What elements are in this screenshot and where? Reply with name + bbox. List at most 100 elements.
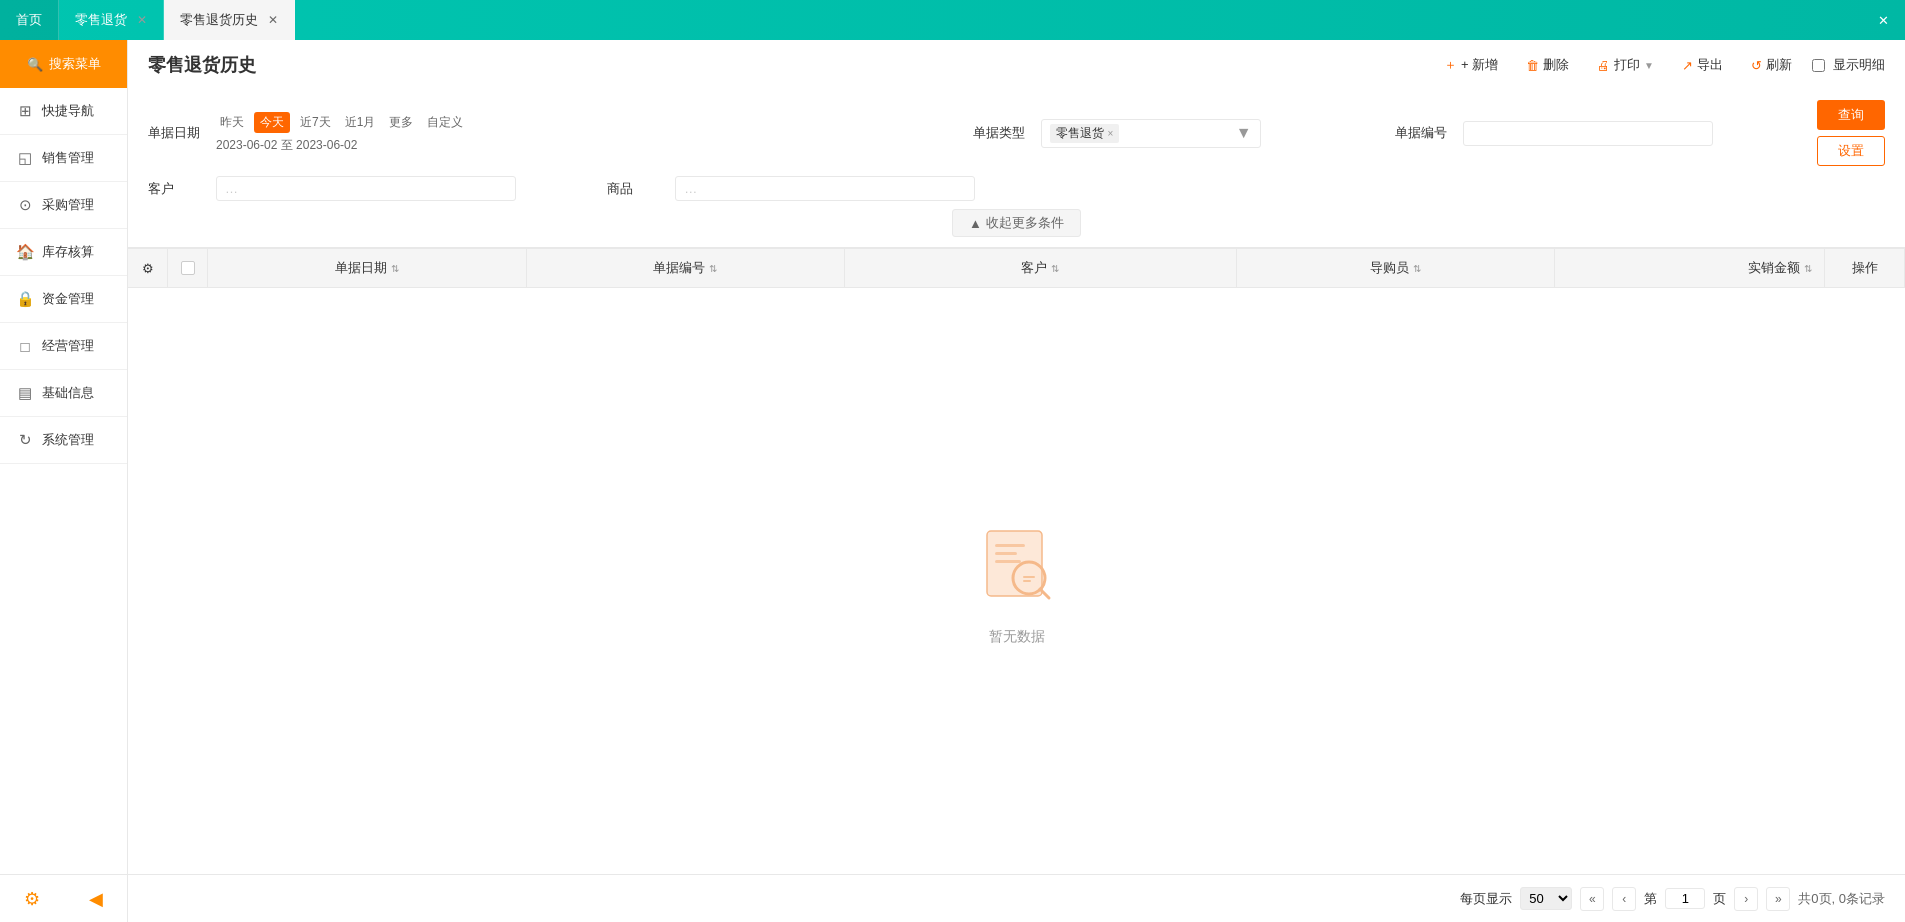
first-page-button[interactable]: «: [1580, 887, 1604, 911]
guide-sort-icon: ⇅: [1413, 263, 1421, 274]
sidebar-item-sales-mgmt[interactable]: ◱ 销售管理: [0, 135, 127, 182]
tab-home[interactable]: 首页: [0, 0, 59, 40]
tab-retail-return-history-close[interactable]: ✕: [268, 13, 278, 27]
tab-retail-return-label: 零售退货: [75, 11, 127, 29]
collapse-bar-wrapper: ▲ 收起更多条件: [148, 209, 1885, 247]
tab-retail-return-close[interactable]: ✕: [137, 13, 147, 27]
page-number-input[interactable]: [1665, 888, 1705, 909]
svg-rect-1: [995, 544, 1025, 547]
date-option-today[interactable]: 今天: [254, 112, 290, 133]
customer-sort-icon: ⇅: [1051, 263, 1059, 274]
number-filter-label: 单据编号: [1395, 124, 1455, 142]
print-label: 打印: [1614, 56, 1640, 74]
tab-retail-return-history[interactable]: 零售退货历史 ✕: [164, 0, 295, 40]
filter-row-1: 单据日期 昨天 今天 近7天 近1月 更多 自定义 2023-06-02 至 2…: [148, 100, 1885, 166]
last-page-button[interactable]: »: [1766, 887, 1790, 911]
collapse-sidebar-icon[interactable]: ◀: [89, 888, 103, 910]
date-option-custom[interactable]: 自定义: [423, 112, 467, 133]
th-action-label: 操作: [1852, 259, 1878, 277]
print-icon: 🖨: [1597, 58, 1610, 73]
tab-retail-return-history-label: 零售退货历史: [180, 11, 258, 29]
table-area: ⚙ 单据日期 ⇅ 单据编号 ⇅ 客户 ⇅ 导购员: [128, 248, 1905, 874]
filter-type: 单据类型 零售退货 × ▼: [973, 119, 1375, 148]
basic-info-icon: ▤: [16, 384, 34, 402]
page-title: 零售退货历史: [148, 53, 256, 77]
date-range-display: 2023-06-02 至 2023-06-02: [216, 137, 467, 154]
export-button[interactable]: ↗ 导出: [1674, 52, 1731, 78]
goods-filter-input[interactable]: …: [675, 176, 975, 201]
type-filter-box[interactable]: 零售退货 × ▼: [1041, 119, 1261, 148]
th-guide-label: 导购员: [1370, 259, 1409, 277]
page-suffix: 页: [1713, 890, 1726, 908]
empty-illustration: [967, 516, 1067, 616]
total-info: 共0页, 0条记录: [1798, 890, 1885, 908]
show-detail-checkbox[interactable]: [1812, 59, 1825, 72]
query-button[interactable]: 查询: [1817, 100, 1885, 130]
date-option-1month[interactable]: 近1月: [341, 112, 380, 133]
sidebar-item-quick-nav[interactable]: ⊞ 快捷导航: [0, 88, 127, 135]
filter-row-2: 客户 … 商品 …: [148, 176, 1885, 201]
toolbar: ＋ + 新增 🗑 删除 🖨 打印 ▼ ↗ 导出: [1436, 52, 1885, 78]
refresh-button[interactable]: ↺ 刷新: [1743, 52, 1800, 78]
th-customer[interactable]: 客户 ⇅: [845, 249, 1237, 287]
tab-home-label: 首页: [16, 11, 42, 29]
date-filter-label: 单据日期: [148, 124, 208, 142]
per-page-select[interactable]: 50 10 20 100: [1520, 887, 1572, 910]
th-amount-label: 实销金额: [1748, 259, 1800, 277]
th-check[interactable]: [168, 249, 208, 287]
settings-button[interactable]: 设置: [1817, 136, 1885, 166]
tab-retail-return[interactable]: 零售退货 ✕: [59, 0, 164, 40]
th-amount[interactable]: 实销金额 ⇅: [1555, 249, 1825, 287]
date-option-7days[interactable]: 近7天: [296, 112, 335, 133]
sidebar-search[interactable]: 🔍 搜索菜单: [0, 40, 127, 88]
customer-filter-label: 客户: [148, 180, 208, 198]
quick-nav-icon: ⊞: [16, 102, 34, 120]
svg-rect-8: [1023, 580, 1031, 582]
table-header: ⚙ 单据日期 ⇅ 单据编号 ⇅ 客户 ⇅ 导购员: [128, 248, 1905, 288]
date-option-yesterday[interactable]: 昨天: [216, 112, 248, 133]
new-button[interactable]: ＋ + 新增: [1436, 52, 1506, 78]
type-filter-label: 单据类型: [973, 124, 1033, 142]
new-icon: ＋: [1444, 56, 1457, 74]
prev-page-icon: ‹: [1622, 892, 1626, 906]
prev-page-button[interactable]: ‹: [1612, 887, 1636, 911]
settings-icon[interactable]: ⚙: [24, 888, 40, 910]
th-number[interactable]: 单据编号 ⇅: [527, 249, 846, 287]
query-buttons: 查询 设置: [1817, 100, 1885, 166]
system-mgmt-icon: ↻: [16, 431, 34, 449]
th-guide[interactable]: 导购员 ⇅: [1237, 249, 1556, 287]
show-detail-toggle[interactable]: 显示明细: [1812, 56, 1885, 74]
sidebar-item-basic-info-label: 基础信息: [42, 384, 94, 402]
type-tag-close[interactable]: ×: [1108, 128, 1114, 139]
sidebar-item-purchase-mgmt[interactable]: ⊙ 采购管理: [0, 182, 127, 229]
th-date[interactable]: 单据日期 ⇅: [208, 249, 527, 287]
print-arrow: ▼: [1644, 60, 1654, 71]
type-tag-label: 零售退货: [1056, 125, 1104, 142]
print-button[interactable]: 🖨 打印 ▼: [1589, 52, 1662, 78]
number-filter-input[interactable]: [1463, 121, 1713, 146]
delete-button[interactable]: 🗑 删除: [1518, 52, 1577, 78]
next-page-button[interactable]: ›: [1734, 887, 1758, 911]
tab-list: 首页 零售退货 ✕ 零售退货历史 ✕: [0, 0, 1878, 40]
settings-gear-icon: ⚙: [142, 261, 154, 276]
sidebar-item-basic-info[interactable]: ▤ 基础信息: [0, 370, 127, 417]
new-label: + 新增: [1461, 56, 1498, 74]
sidebar-item-inventory[interactable]: 🏠 库存核算: [0, 229, 127, 276]
sidebar-item-sales-mgmt-label: 销售管理: [42, 149, 94, 167]
top-bar-close[interactable]: ✕: [1878, 0, 1905, 40]
sidebar-item-operations-label: 经营管理: [42, 337, 94, 355]
svg-rect-2: [995, 552, 1017, 555]
number-sort-icon: ⇅: [709, 263, 717, 274]
sidebar-item-finance[interactable]: 🔒 资金管理: [0, 276, 127, 323]
th-customer-label: 客户: [1021, 259, 1047, 277]
collapse-filter-button[interactable]: ▲ 收起更多条件: [952, 209, 1081, 237]
select-all-checkbox[interactable]: [181, 261, 195, 275]
sidebar-item-operations[interactable]: □ 经营管理: [0, 323, 127, 370]
sales-mgmt-icon: ◱: [16, 149, 34, 167]
sidebar-item-system-mgmt[interactable]: ↻ 系统管理: [0, 417, 127, 464]
date-option-more[interactable]: 更多: [385, 112, 417, 133]
customer-filter-input[interactable]: …: [216, 176, 516, 201]
th-settings[interactable]: ⚙: [128, 249, 168, 287]
operations-icon: □: [16, 337, 34, 355]
export-label: 导出: [1697, 56, 1723, 74]
